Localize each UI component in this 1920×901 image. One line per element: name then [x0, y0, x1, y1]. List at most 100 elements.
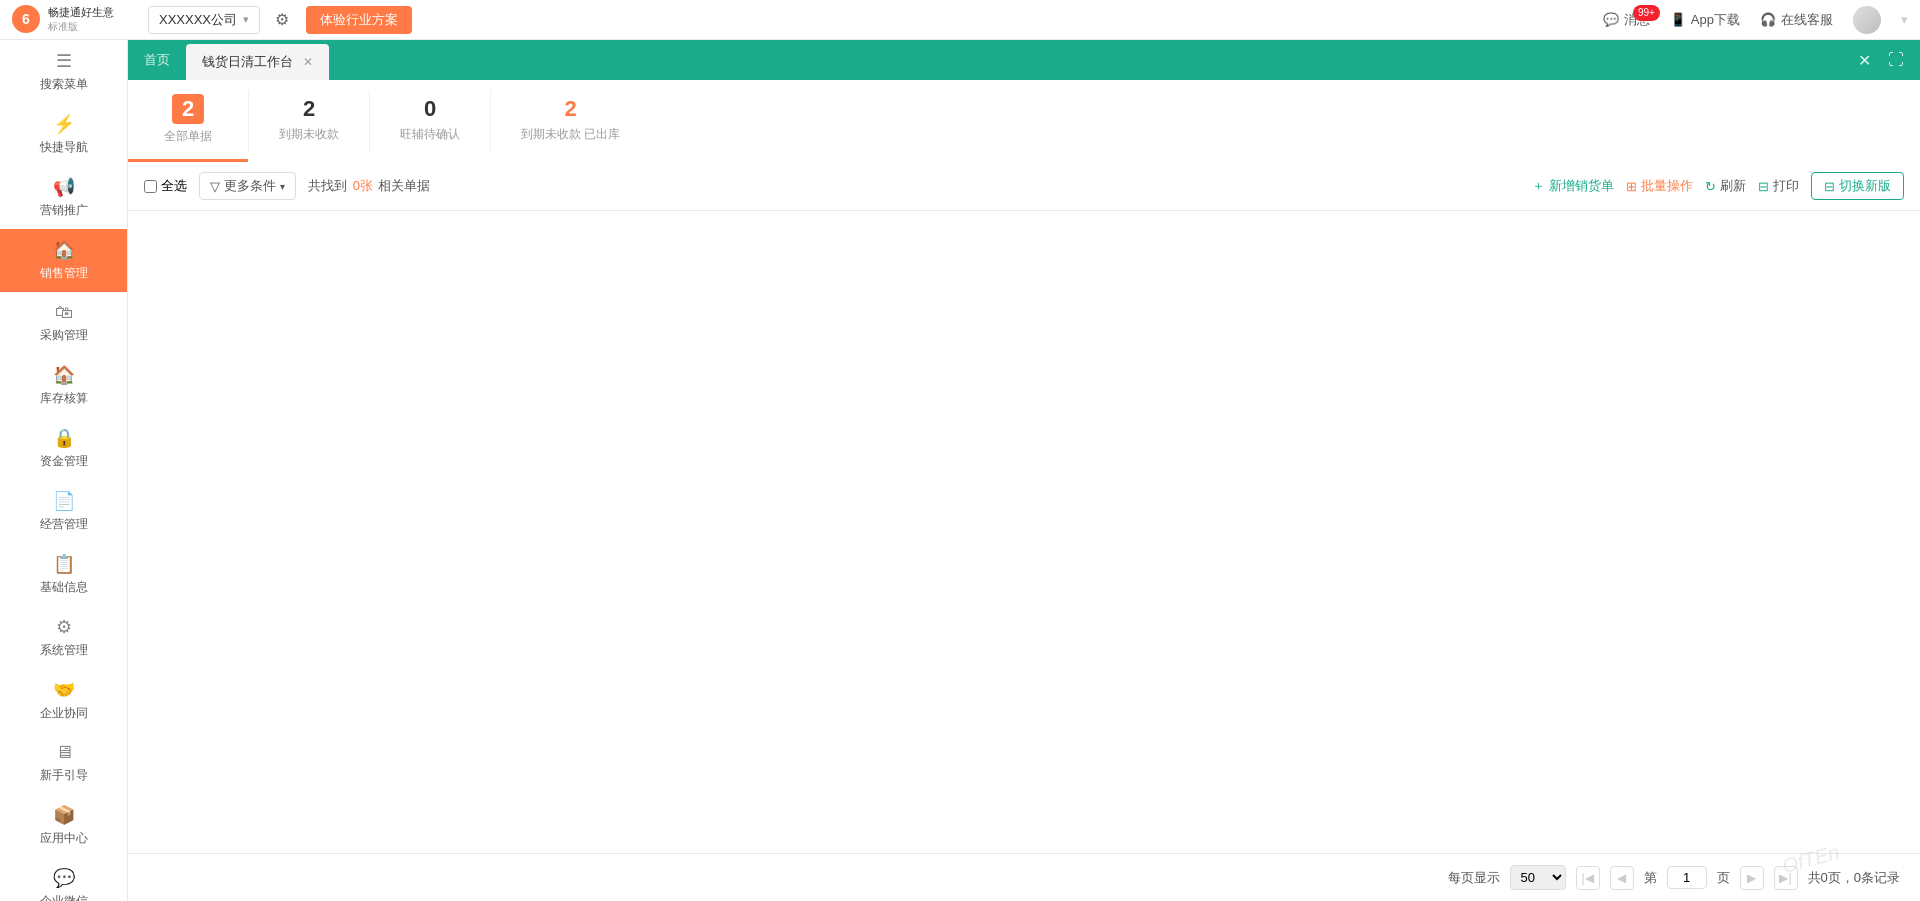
stat-card-overdue[interactable]: 2 到期未收款: [249, 80, 369, 162]
refresh-label: 刷新: [1720, 177, 1746, 195]
tab-bar: 首页 钱货日清工作台 ✕ ✕ ⛶: [128, 40, 1920, 80]
stat-number-overdue: 2: [303, 96, 315, 122]
sidebar-label-enterprise: 企业协同: [40, 705, 88, 722]
per-page-label: 每页显示: [1448, 869, 1500, 887]
sidebar-item-basic-info[interactable]: 📋 基础信息: [0, 543, 127, 606]
switch-new-version-button[interactable]: ⊟ 切换新版: [1811, 172, 1904, 200]
stat-number-all: 2: [172, 94, 204, 124]
top-header: 6 畅捷通好生意 标准版 XXXXXX公司 ▾ ⚙ 体验行业方案 💬 消息 99…: [0, 0, 1920, 40]
last-page-button[interactable]: ▶|: [1774, 866, 1798, 890]
settings-button[interactable]: ⚙: [268, 6, 296, 34]
content-area: 首页 钱货日清工作台 ✕ ✕ ⛶ 2 全部单据: [128, 40, 1920, 901]
stat-card-pending[interactable]: 0 旺辅待确认: [370, 80, 490, 162]
sidebar-item-sales[interactable]: 🏠 销售管理: [0, 229, 127, 292]
current-page-input[interactable]: [1667, 866, 1707, 889]
sidebar-label-quick-nav: 快捷导航: [40, 139, 88, 156]
app-center-icon: 📦: [53, 804, 75, 826]
inventory-icon: 🏠: [53, 364, 75, 386]
toolbar: 全选 ▽ 更多条件 ▾ 共找到 0张 相关单据 ＋ 新增销货单: [128, 162, 1920, 211]
stat-label-shipped: 到期未收款 已出库: [521, 126, 620, 143]
sidebar-label-system: 系统管理: [40, 642, 88, 659]
chevron-down-icon: ▾: [243, 13, 249, 26]
stat-number-shipped: 2: [565, 96, 577, 122]
sidebar-label-app-center: 应用中心: [40, 830, 88, 847]
tab-home[interactable]: 首页: [128, 40, 186, 80]
basic-info-icon: 📋: [53, 553, 75, 575]
operations-icon: 📄: [53, 490, 75, 512]
switch-icon: ⊟: [1824, 179, 1835, 194]
tab-close-icon[interactable]: ✕: [303, 55, 313, 69]
switch-btn-label: 切换新版: [1839, 177, 1891, 195]
marketing-icon: 📢: [53, 176, 75, 198]
total-info: 共0页，0条记录: [1808, 869, 1900, 887]
sidebar-label-basic-info: 基础信息: [40, 579, 88, 596]
app-download-action[interactable]: 📱 App下载: [1670, 11, 1740, 29]
message-badge: 99+: [1633, 5, 1660, 21]
sidebar-item-enterprise[interactable]: 🤝 企业协同: [0, 669, 127, 732]
sales-icon: 🏠: [53, 239, 75, 261]
add-icon: ＋: [1532, 177, 1545, 195]
app-download-label: App下载: [1691, 11, 1740, 29]
minimize-icon: ✕: [1858, 51, 1871, 70]
prev-page-button[interactable]: ◀: [1610, 866, 1634, 890]
sidebar-item-quick-nav[interactable]: ⚡ 快捷导航: [0, 103, 127, 166]
stat-card-shipped[interactable]: 2 到期未收款 已出库: [491, 80, 650, 162]
stat-number-pending: 0: [424, 96, 436, 122]
online-service-action[interactable]: 🎧 在线客服: [1760, 11, 1833, 29]
tab-work-bench[interactable]: 钱货日清工作台 ✕: [186, 44, 329, 80]
gear-icon: ⚙: [275, 10, 289, 29]
refresh-button[interactable]: ↻ 刷新: [1705, 177, 1746, 195]
enterprise-wx-icon: 💬: [53, 867, 75, 889]
company-name: XXXXXX公司: [159, 11, 237, 29]
sidebar-item-finance[interactable]: 🔒 资金管理: [0, 417, 127, 480]
user-name-area[interactable]: ▾: [1901, 12, 1908, 27]
sidebar-item-guide[interactable]: 🖥 新手引导: [0, 732, 127, 794]
first-page-button[interactable]: |◀: [1576, 866, 1600, 890]
sidebar-item-operations[interactable]: 📄 经营管理: [0, 480, 127, 543]
avatar[interactable]: [1853, 6, 1881, 34]
page-size-select[interactable]: 20 50 100: [1510, 865, 1566, 890]
avatar-image: [1853, 6, 1881, 34]
add-sale-button[interactable]: ＋ 新增销货单: [1532, 177, 1614, 195]
found-prefix: 共找到: [308, 178, 347, 193]
tab-maximize-button[interactable]: ⛶: [1884, 48, 1908, 72]
system-icon: ⚙: [56, 616, 72, 638]
sidebar-item-marketing[interactable]: 📢 营销推广: [0, 166, 127, 229]
tab-home-label: 首页: [144, 51, 170, 69]
refresh-icon: ↻: [1705, 179, 1716, 194]
logo-text-group: 畅捷通好生意 标准版: [48, 5, 114, 33]
toolbar-right: ＋ 新增销货单 ⊞ 批量操作 ↻ 刷新 ⊟ 打印: [1532, 172, 1904, 200]
tab-bar-actions: ✕ ⛶: [1852, 48, 1920, 72]
sidebar-item-enterprise-wx[interactable]: 💬 企业微信: [0, 857, 127, 901]
experience-button[interactable]: 体验行业方案: [306, 6, 412, 34]
tab-work-bench-label: 钱货日清工作台: [202, 53, 293, 71]
sidebar-label-enterprise-wx: 企业微信: [40, 893, 88, 901]
guide-icon: 🖥: [55, 742, 73, 763]
message-action[interactable]: 💬 消息 99+: [1603, 11, 1650, 29]
filter-button[interactable]: ▽ 更多条件 ▾: [199, 172, 296, 200]
company-selector[interactable]: XXXXXX公司 ▾: [148, 6, 260, 34]
sidebar: ☰ 搜索菜单 ⚡ 快捷导航 📢 营销推广 🏠 销售管理 🛍 采购管理 🏠 库存核…: [0, 40, 128, 901]
batch-action-button[interactable]: ⊞ 批量操作: [1626, 177, 1693, 195]
sidebar-item-app-center[interactable]: 📦 应用中心: [0, 794, 127, 857]
sidebar-item-search-menu[interactable]: ☰ 搜索菜单: [0, 40, 127, 103]
batch-icon: ⊞: [1626, 179, 1637, 194]
finance-icon: 🔒: [53, 427, 75, 449]
select-all-input[interactable]: [144, 180, 157, 193]
tab-minimize-button[interactable]: ✕: [1852, 48, 1876, 72]
sidebar-item-system[interactable]: ⚙ 系统管理: [0, 606, 127, 669]
select-all-checkbox[interactable]: 全选: [144, 177, 187, 195]
add-sale-label: 新增销货单: [1549, 177, 1614, 195]
purchase-icon: 🛍: [55, 302, 73, 323]
service-icon: 🎧: [1760, 12, 1776, 27]
sidebar-label-inventory: 库存核算: [40, 390, 88, 407]
sidebar-label-operations: 经营管理: [40, 516, 88, 533]
print-button[interactable]: ⊟ 打印: [1758, 177, 1799, 195]
pagination-bar: 每页显示 20 50 100 |◀ ◀ 第 页 ▶ ▶| 共0页，0条记录: [128, 853, 1920, 901]
filter-btn-label: 更多条件: [224, 177, 276, 195]
search-menu-icon: ☰: [56, 50, 72, 72]
sidebar-item-inventory[interactable]: 🏠 库存核算: [0, 354, 127, 417]
sidebar-item-purchase[interactable]: 🛍 采购管理: [0, 292, 127, 354]
next-page-button[interactable]: ▶: [1740, 866, 1764, 890]
stat-card-all[interactable]: 2 全部单据: [128, 80, 248, 162]
